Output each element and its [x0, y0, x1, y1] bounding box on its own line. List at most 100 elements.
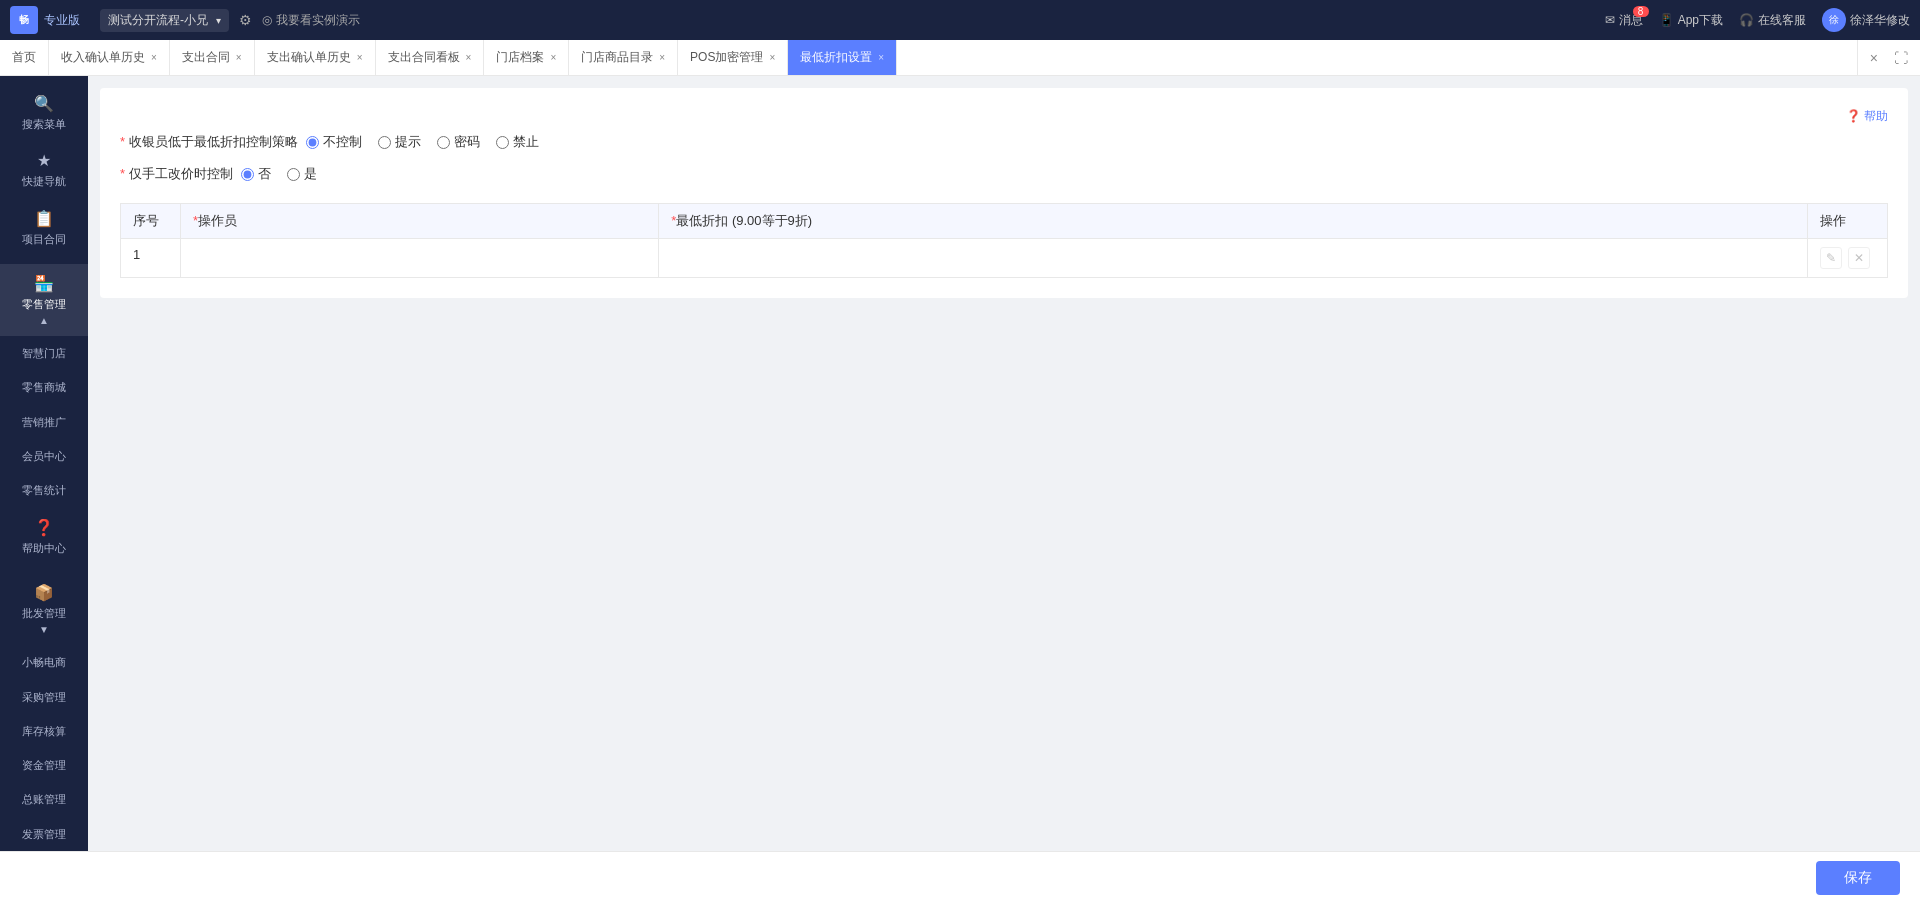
radio-remind[interactable]: 提示 — [378, 133, 421, 151]
retail-icon: 🏪 — [34, 274, 54, 293]
sidebar-label-purchase: 采购管理 — [22, 690, 66, 704]
col-min-discount: *最低折扣 (9.00等于9折) — [659, 204, 1808, 239]
tab-income-confirm[interactable]: 收入确认单历史 × — [49, 40, 170, 75]
tab-pos-password-label: POS加密管理 — [690, 49, 763, 66]
sidebar-item-purchase[interactable]: 采购管理 — [0, 680, 88, 714]
sidebar-item-retail[interactable]: 🏪 零售管理 ▲ — [0, 264, 88, 336]
tab-payment-contract-close[interactable]: × — [236, 52, 242, 63]
tab-min-discount-label: 最低折扣设置 — [800, 49, 872, 66]
app-download-button[interactable]: 📱 App下载 — [1659, 12, 1723, 29]
tab-store-file[interactable]: 门店档案 × — [484, 40, 569, 75]
content-area: ❓ 帮助 * 收银员低于最低折扣控制策略 不控制 — [88, 76, 1920, 851]
project-name: 测试分开流程-小兄 — [108, 12, 208, 29]
sidebar-label-ledger: 总账管理 — [22, 792, 66, 806]
table-container: 序号 *操作员 *最低折扣 (9.00等于9折) 操作 1 — [120, 203, 1888, 278]
app-logo: 畅 专业版 — [10, 6, 90, 34]
sidebar-item-contract[interactable]: 📋 项目合同 — [0, 199, 88, 256]
tab-home-label: 首页 — [12, 49, 36, 66]
action-icons: ✎ ✕ — [1820, 247, 1875, 269]
sidebar-item-online-shop[interactable]: 零售商城 — [0, 370, 88, 404]
radio-password[interactable]: 密码 — [437, 133, 480, 151]
radio-no-control-input[interactable] — [306, 136, 319, 149]
radio-password-input[interactable] — [437, 136, 450, 149]
radio-password-label: 密码 — [454, 133, 480, 151]
tab-store-file-label: 门店档案 — [496, 49, 544, 66]
customer-service-icon: 🎧 — [1739, 13, 1754, 27]
tab-home[interactable]: 首页 — [0, 40, 49, 75]
radio-no-control-label: 不控制 — [323, 133, 362, 151]
radio-manual-no-input[interactable] — [241, 168, 254, 181]
tab-close-all-button[interactable]: × — [1866, 48, 1882, 68]
user-menu[interactable]: 徐 徐泽华修改 — [1822, 8, 1910, 32]
message-icon: ✉ — [1605, 13, 1615, 27]
tab-payment-confirm-close[interactable]: × — [357, 52, 363, 63]
retail-arrow-icon: ▲ — [39, 315, 49, 326]
page-card: ❓ 帮助 * 收银员低于最低折扣控制策略 不控制 — [100, 88, 1908, 298]
page-help-link[interactable]: ❓ 帮助 — [1846, 108, 1888, 125]
radio-manual-yes[interactable]: 是 — [287, 165, 317, 183]
sidebar-item-invoice[interactable]: 发票管理 — [0, 817, 88, 851]
tab-store-file-close[interactable]: × — [550, 52, 556, 63]
sidebar-item-help[interactable]: ❓ 帮助中心 — [0, 508, 88, 565]
sidebar-label-inventory: 库存核算 — [22, 724, 66, 738]
sidebar-item-quicknav[interactable]: ★ 快捷导航 — [0, 141, 88, 198]
radio-no-control[interactable]: 不控制 — [306, 133, 362, 151]
sidebar-item-member[interactable]: 会员中心 — [0, 439, 88, 473]
sidebar-item-marketing[interactable]: 营销推广 — [0, 405, 88, 439]
cell-seq: 1 — [121, 239, 181, 278]
tabbar-actions: × ⛶ — [1857, 40, 1920, 75]
project-arrow-icon: ▾ — [216, 15, 221, 26]
app-version: 专业版 — [44, 12, 80, 29]
save-button[interactable]: 保存 — [1816, 861, 1900, 895]
tab-min-discount-close[interactable]: × — [878, 52, 884, 63]
radio-ban[interactable]: 禁止 — [496, 133, 539, 151]
topbar: 畅 专业版 测试分开流程-小兄 ▾ ⚙ ◎ 我要看实例演示 ✉ 消息 8 📱 A… — [0, 0, 1920, 40]
tab-payment-board-close[interactable]: × — [466, 52, 472, 63]
cashier-label-text: 收银员低于最低折扣控制策略 — [129, 134, 298, 149]
sidebar-item-retail-stat[interactable]: 零售统计 — [0, 473, 88, 507]
tab-store-catalog[interactable]: 门店商品目录 × — [569, 40, 678, 75]
tab-payment-contract[interactable]: 支出合同 × — [170, 40, 255, 75]
tab-payment-confirm[interactable]: 支出确认单历史 × — [255, 40, 376, 75]
action-edit-button[interactable]: ✎ — [1820, 247, 1842, 269]
manual-label-text: 仅手工改价时控制 — [129, 166, 233, 181]
sidebar-item-inventory[interactable]: 库存核算 — [0, 714, 88, 748]
tab-payment-board[interactable]: 支出合同看板 × — [376, 40, 485, 75]
message-button[interactable]: ✉ 消息 8 — [1605, 12, 1643, 29]
sidebar-item-ecommerce[interactable]: 小畅电商 — [0, 645, 88, 679]
tab-expand-button[interactable]: ⛶ — [1890, 48, 1912, 68]
manual-control-row: * 仅手工改价时控制 否 是 — [120, 165, 1888, 183]
radio-ban-input[interactable] — [496, 136, 509, 149]
tab-store-catalog-close[interactable]: × — [659, 52, 665, 63]
sidebar-item-wholesale[interactable]: 📦 批发管理 ▼ — [0, 573, 88, 645]
tab-min-discount[interactable]: 最低折扣设置 × — [788, 40, 897, 75]
topbar-settings-icon[interactable]: ⚙ — [239, 12, 252, 28]
message-badge: 8 — [1633, 6, 1649, 17]
col-operator: *操作员 — [181, 204, 659, 239]
demo-link[interactable]: ◎ 我要看实例演示 — [262, 12, 360, 29]
help-icon: ❓ — [34, 518, 54, 537]
action-delete-button[interactable]: ✕ — [1848, 247, 1870, 269]
cell-action: ✎ ✕ — [1808, 239, 1888, 278]
tab-pos-password-close[interactable]: × — [769, 52, 775, 63]
sidebar-item-ledger[interactable]: 总账管理 — [0, 782, 88, 816]
col-min-discount-required: * — [671, 213, 676, 228]
footer-bar: 保存 — [0, 851, 1920, 903]
radio-manual-yes-input[interactable] — [287, 168, 300, 181]
tab-income-confirm-close[interactable]: × — [151, 52, 157, 63]
cashier-control-row: * 收银员低于最低折扣控制策略 不控制 提示 — [120, 133, 1888, 151]
sidebar-item-search[interactable]: 🔍 搜索菜单 — [0, 84, 88, 141]
app-download-label: App下载 — [1678, 12, 1723, 29]
sidebar-label-marketing: 营销推广 — [22, 415, 66, 429]
sidebar-item-finance[interactable]: 资金管理 — [0, 748, 88, 782]
tab-pos-password[interactable]: POS加密管理 × — [678, 40, 788, 75]
sidebar-label-retail-stat: 零售统计 — [22, 483, 66, 497]
sidebar-item-smart-store[interactable]: 智慧门店 — [0, 336, 88, 370]
sidebar-label-retail: 零售管理 — [22, 297, 66, 311]
topbar-right: ✉ 消息 8 📱 App下载 🎧 在线客服 徐 徐泽华修改 — [1605, 8, 1910, 32]
cell-operator — [181, 239, 659, 278]
radio-manual-no[interactable]: 否 — [241, 165, 271, 183]
radio-remind-input[interactable] — [378, 136, 391, 149]
customer-service-button[interactable]: 🎧 在线客服 — [1739, 12, 1806, 29]
project-selector[interactable]: 测试分开流程-小兄 ▾ — [100, 9, 229, 32]
